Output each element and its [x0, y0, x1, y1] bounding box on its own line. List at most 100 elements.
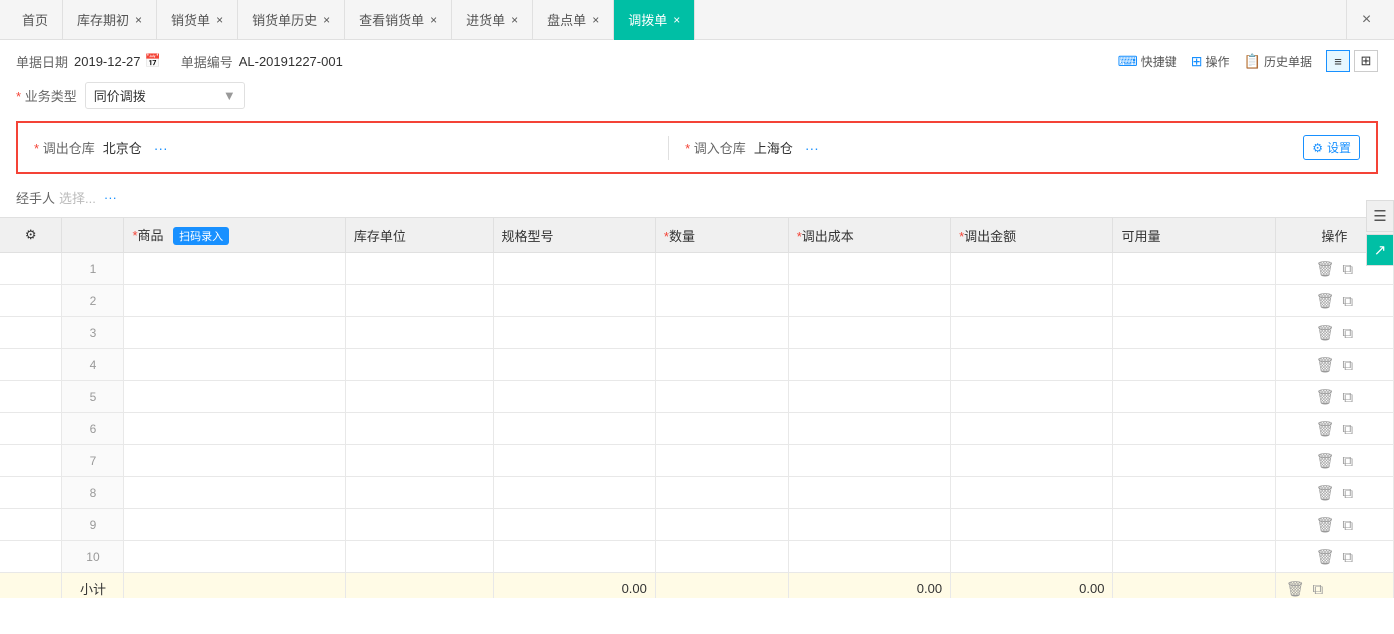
cell-avail-8[interactable] [1113, 477, 1275, 509]
cell-cost-5[interactable] [788, 381, 950, 413]
close-inventory-init[interactable]: × [135, 13, 142, 27]
cell-cost-8[interactable] [788, 477, 950, 509]
cell-spec-9[interactable] [493, 509, 655, 541]
cell-unit-8[interactable] [345, 477, 493, 509]
cell-spec-3[interactable] [493, 317, 655, 349]
copy-icon-2[interactable]: ⧉ [1342, 293, 1353, 310]
cell-goods-5[interactable] [124, 381, 345, 413]
cell-goods-4[interactable] [124, 349, 345, 381]
operations-btn[interactable]: ⊞ 操作 [1191, 53, 1230, 70]
delete-icon-10[interactable]: 🗑 [1316, 549, 1335, 566]
delete-icon-1[interactable]: 🗑 [1316, 261, 1335, 278]
copy-icon-4[interactable]: ⧉ [1342, 357, 1353, 374]
cell-avail-10[interactable] [1113, 541, 1275, 573]
cell-avail-4[interactable] [1113, 349, 1275, 381]
cell-amount-7[interactable] [951, 445, 1113, 477]
table-scroll[interactable]: ⚙ *商品 扫码录入 库存单位 规格型号 *数量 *调出成本 [0, 218, 1394, 598]
subtotal-delete-icon[interactable]: 🗑 [1286, 581, 1305, 598]
cell-cost-3[interactable] [788, 317, 950, 349]
handler-select[interactable]: 选择... [59, 188, 96, 207]
cell-unit-4[interactable] [345, 349, 493, 381]
copy-icon-5[interactable]: ⧉ [1342, 389, 1353, 406]
cell-qty-5[interactable] [655, 381, 788, 413]
close-view-sales[interactable]: × [430, 13, 437, 27]
cell-unit-2[interactable] [345, 285, 493, 317]
cell-cost-6[interactable] [788, 413, 950, 445]
delete-icon-9[interactable]: 🗑 [1316, 517, 1335, 534]
tab-home[interactable]: 首页 [8, 0, 63, 40]
cell-unit-7[interactable] [345, 445, 493, 477]
cell-goods-2[interactable] [124, 285, 345, 317]
cell-spec-1[interactable] [493, 253, 655, 285]
cell-qty-2[interactable] [655, 285, 788, 317]
cell-goods-10[interactable] [124, 541, 345, 573]
cell-amount-1[interactable] [951, 253, 1113, 285]
cell-spec-10[interactable] [493, 541, 655, 573]
cell-qty-8[interactable] [655, 477, 788, 509]
cell-unit-9[interactable] [345, 509, 493, 541]
cell-spec-7[interactable] [493, 445, 655, 477]
tab-transfer[interactable]: 调拨单 × [614, 0, 695, 40]
delete-icon-4[interactable]: 🗑 [1316, 357, 1335, 374]
cell-cost-1[interactable] [788, 253, 950, 285]
copy-icon-7[interactable]: ⧉ [1342, 453, 1353, 470]
cell-unit-10[interactable] [345, 541, 493, 573]
cell-goods-9[interactable] [124, 509, 345, 541]
cell-goods-6[interactable] [124, 413, 345, 445]
cell-spec-5[interactable] [493, 381, 655, 413]
warehouse-out-more-btn[interactable]: ··· [154, 140, 168, 156]
cell-amount-8[interactable] [951, 477, 1113, 509]
cell-spec-2[interactable] [493, 285, 655, 317]
delete-icon-5[interactable]: 🗑 [1316, 389, 1335, 406]
copy-icon-6[interactable]: ⧉ [1342, 421, 1353, 438]
delete-icon-8[interactable]: 🗑 [1316, 485, 1335, 502]
history-btn[interactable]: 📋 历史单据 [1244, 53, 1312, 70]
close-transfer[interactable]: × [673, 13, 680, 27]
delete-icon-7[interactable]: 🗑 [1316, 453, 1335, 470]
cell-amount-4[interactable] [951, 349, 1113, 381]
tab-sales-history[interactable]: 销货单历史 × [238, 0, 345, 40]
close-purchase[interactable]: × [511, 13, 518, 27]
cell-avail-7[interactable] [1113, 445, 1275, 477]
cell-qty-1[interactable] [655, 253, 788, 285]
subtotal-copy-icon[interactable]: ⧉ [1313, 581, 1324, 598]
copy-icon-9[interactable]: ⧉ [1342, 517, 1353, 534]
tab-purchase[interactable]: 进货单 × [452, 0, 533, 40]
delete-icon-2[interactable]: 🗑 [1316, 293, 1335, 310]
cell-cost-10[interactable] [788, 541, 950, 573]
window-close-btn[interactable]: × [1346, 0, 1386, 40]
cell-unit-3[interactable] [345, 317, 493, 349]
business-type-select[interactable]: 同价调拨 ▼ [85, 82, 245, 109]
right-icon-export[interactable]: ↗ [1366, 234, 1394, 266]
cell-goods-3[interactable] [124, 317, 345, 349]
cell-spec-4[interactable] [493, 349, 655, 381]
delete-icon-3[interactable]: 🗑 [1316, 325, 1335, 342]
cell-unit-6[interactable] [345, 413, 493, 445]
cell-amount-2[interactable] [951, 285, 1113, 317]
warehouse-out-value[interactable]: 北京仓 [103, 138, 142, 157]
warehouse-in-value[interactable]: 上海仓 [754, 138, 793, 157]
handler-more-btn[interactable]: ··· [104, 190, 117, 205]
calendar-icon[interactable]: 📅 [145, 53, 161, 69]
cell-spec-6[interactable] [493, 413, 655, 445]
cell-avail-3[interactable] [1113, 317, 1275, 349]
cell-cost-9[interactable] [788, 509, 950, 541]
cell-avail-9[interactable] [1113, 509, 1275, 541]
cell-spec-8[interactable] [493, 477, 655, 509]
copy-icon-10[interactable]: ⧉ [1342, 549, 1353, 566]
cell-qty-4[interactable] [655, 349, 788, 381]
cell-qty-3[interactable] [655, 317, 788, 349]
tab-view-sales[interactable]: 查看销货单 × [345, 0, 452, 40]
cell-amount-6[interactable] [951, 413, 1113, 445]
cell-cost-2[interactable] [788, 285, 950, 317]
cell-amount-3[interactable] [951, 317, 1113, 349]
list-view-btn[interactable]: ≡ [1326, 50, 1350, 72]
scan-btn[interactable]: 扫码录入 [173, 227, 229, 245]
cell-goods-8[interactable] [124, 477, 345, 509]
cell-unit-5[interactable] [345, 381, 493, 413]
right-icon-list[interactable]: ☰ [1366, 200, 1394, 232]
warehouse-in-more-btn[interactable]: ··· [805, 140, 819, 156]
tab-inventory-init[interactable]: 库存期初 × [63, 0, 157, 40]
cell-amount-10[interactable] [951, 541, 1113, 573]
tab-sales-order[interactable]: 销货单 × [157, 0, 238, 40]
